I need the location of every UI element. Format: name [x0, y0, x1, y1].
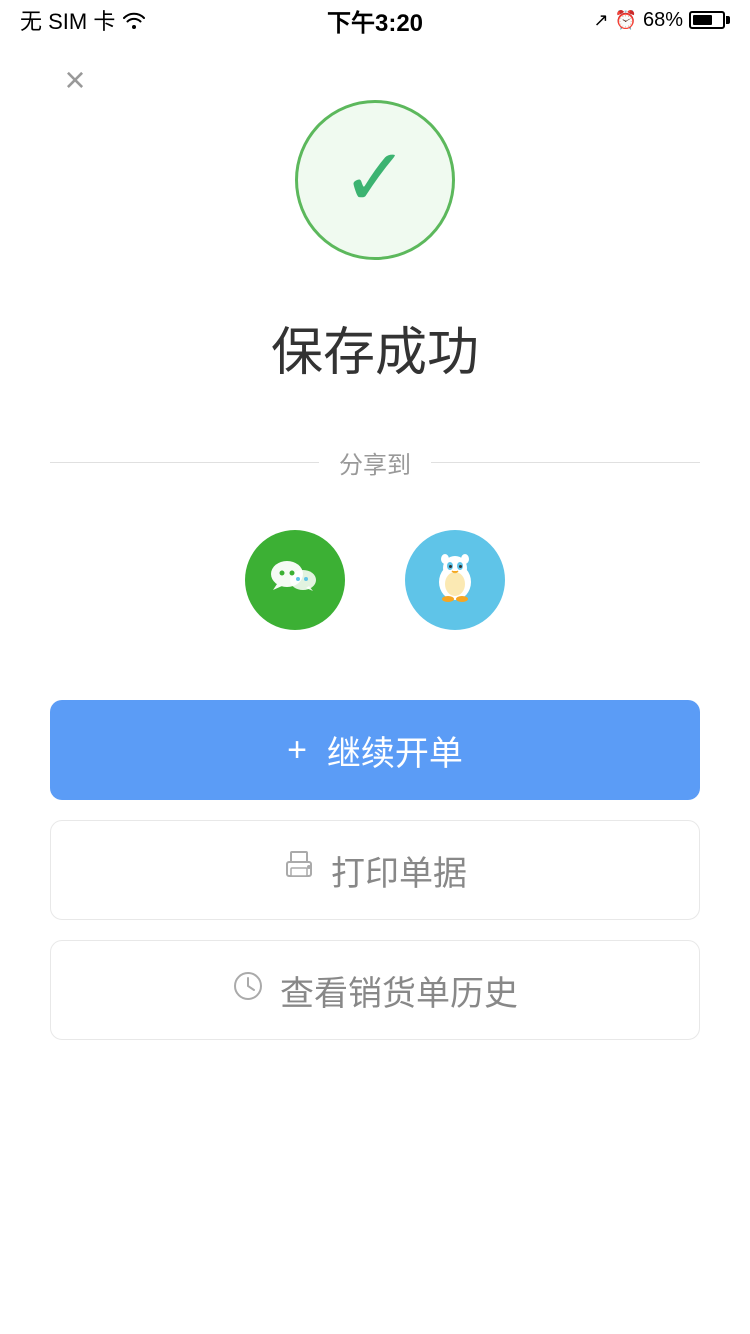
clock-icon	[232, 970, 264, 1011]
close-button[interactable]: ×	[50, 55, 100, 105]
success-title: 保存成功	[271, 310, 479, 385]
print-label: 打印单据	[331, 846, 467, 895]
history-button[interactable]: 查看销货单历史	[50, 940, 700, 1040]
history-label: 查看销货单历史	[280, 966, 518, 1015]
status-left: 无 SIM 卡	[20, 4, 145, 36]
share-label: 分享到	[319, 445, 431, 480]
wechat-icon	[265, 554, 325, 606]
divider-right	[431, 462, 700, 463]
share-icons-container	[245, 530, 505, 630]
print-button[interactable]: 打印单据	[50, 820, 700, 920]
printer-icon	[283, 850, 315, 891]
success-circle: ✓	[295, 100, 455, 260]
close-icon: ×	[64, 62, 85, 98]
divider-left	[50, 462, 319, 463]
continue-button[interactable]: + 继续开单	[50, 700, 700, 800]
main-content: ✓ 保存成功 分享到	[0, 40, 750, 1040]
qq-icon	[425, 550, 485, 610]
qq-share-button[interactable]	[405, 530, 505, 630]
carrier-text: 无 SIM 卡	[20, 4, 115, 36]
wechat-share-button[interactable]	[245, 530, 345, 630]
location-icon: ↗	[593, 10, 608, 31]
continue-label: 继续开单	[327, 726, 463, 775]
share-section: 分享到	[0, 445, 750, 480]
continue-icon: +	[287, 731, 307, 770]
action-buttons: + 继续开单 打印单据 查看销货单历史	[0, 700, 750, 1040]
checkmark-icon: ✓	[341, 138, 408, 218]
status-time: 下午3:20	[327, 3, 423, 38]
battery-icon	[689, 11, 730, 29]
status-right: ↗ ⏰ 68%	[593, 9, 730, 32]
wifi-icon	[123, 11, 145, 29]
alarm-icon: ⏰	[615, 10, 637, 31]
battery-percent: 68%	[643, 9, 683, 32]
status-bar: 无 SIM 卡 下午3:20 ↗ ⏰ 68%	[0, 0, 750, 40]
